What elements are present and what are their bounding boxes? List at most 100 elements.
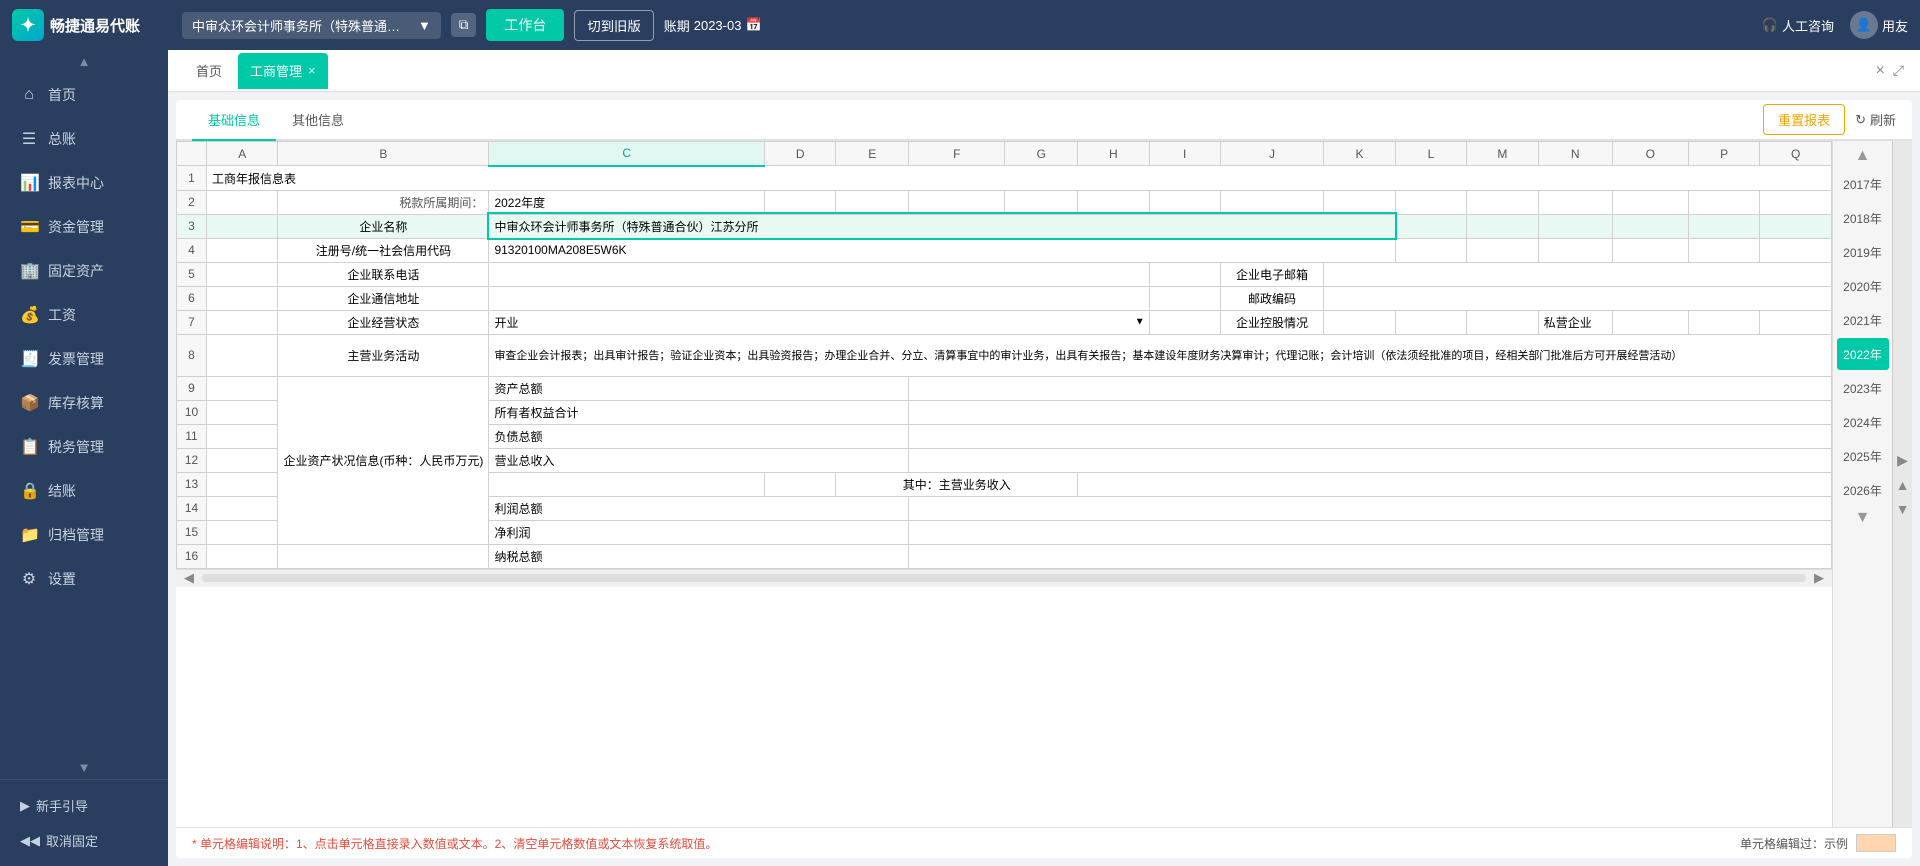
cell-5B[interactable]: 企业联系电话 — [278, 262, 489, 286]
cell-13C[interactable] — [489, 472, 765, 496]
cell-3Q[interactable] — [1760, 214, 1832, 238]
cell-9B[interactable]: 企业资产状况信息(币种：人民币万元) — [278, 376, 489, 544]
cell-2N[interactable] — [1538, 190, 1612, 214]
cell-15F[interactable] — [909, 520, 1832, 544]
cell-3N[interactable] — [1538, 214, 1612, 238]
col-header-I[interactable]: I — [1149, 142, 1220, 166]
cell-3B[interactable]: 企业名称 — [278, 214, 489, 238]
sidebar-item-asset[interactable]: 🏢 固定资产 — [0, 249, 168, 293]
cell-6I[interactable] — [1149, 286, 1220, 310]
cell-7N[interactable]: 私营企业 — [1538, 310, 1612, 334]
refresh-button[interactable]: ↻ 刷新 — [1855, 110, 1896, 129]
col-header-N[interactable]: N — [1538, 142, 1612, 166]
company-selector[interactable]: 中审众环会计师事务所（特殊普通合伙... ▼ — [182, 12, 441, 39]
cell-16B[interactable] — [278, 544, 489, 568]
cell-13D[interactable] — [764, 472, 835, 496]
cell-2J[interactable] — [1220, 190, 1324, 214]
year-scroll-down-button[interactable]: ▼ — [1845, 507, 1881, 529]
year-item-2022[interactable]: 2022年 — [1837, 338, 1889, 370]
cell-5K[interactable] — [1324, 262, 1832, 286]
sidebar-item-ledger[interactable]: ☰ 总账 — [0, 117, 168, 161]
cell-10C[interactable]: 所有者权益合计 — [489, 400, 909, 424]
cell-title[interactable]: 工商年报信息表 — [207, 166, 1832, 191]
calendar-icon[interactable]: 📅 — [745, 17, 761, 33]
year-scroll-up-button[interactable]: ▲ — [1845, 145, 1881, 167]
cell-13E[interactable]: 其中：主营业务收入 — [836, 472, 1078, 496]
cell-2A[interactable] — [207, 190, 278, 214]
cell-3P[interactable] — [1688, 214, 1759, 238]
cell-6K[interactable] — [1324, 286, 1832, 310]
switch-old-button[interactable]: 切到旧版 — [574, 10, 653, 41]
cell-5J[interactable]: 企业电子邮箱 — [1220, 262, 1324, 286]
cell-5A[interactable] — [207, 262, 278, 286]
col-header-D[interactable]: D — [764, 142, 835, 166]
cell-7A[interactable] — [207, 310, 278, 334]
cell-4Q[interactable] — [1760, 238, 1832, 262]
cell-2H[interactable] — [1078, 190, 1149, 214]
cell-3A[interactable] — [207, 214, 278, 238]
cell-14F[interactable] — [909, 496, 1832, 520]
col-header-E[interactable]: E — [836, 142, 909, 166]
sidebar-scroll-up[interactable]: ▲ — [0, 50, 168, 73]
sidebar-item-inventory[interactable]: 📦 库存核算 — [0, 381, 168, 425]
sidebar-item-salary[interactable]: 💰 工资 — [0, 293, 168, 337]
cell-11A[interactable] — [207, 424, 278, 448]
cell-3M[interactable] — [1467, 214, 1539, 238]
col-header-L[interactable]: L — [1395, 142, 1466, 166]
cell-2B[interactable]: 税款所属期间： — [278, 190, 489, 214]
copy-company-button[interactable]: ⧉ — [451, 13, 477, 37]
cell-4B[interactable]: 注册号/统一社会信用代码 — [278, 238, 489, 262]
cell-4N[interactable] — [1538, 238, 1612, 262]
year-item-2024[interactable]: 2024年 — [1837, 406, 1889, 438]
workbench-button[interactable]: 工作台 — [486, 9, 564, 41]
sidebar-item-close[interactable]: 🔒 结账 — [0, 469, 168, 513]
help-button[interactable]: 🎧 人工咨询 — [1762, 16, 1834, 35]
cell-2F[interactable] — [909, 190, 1005, 214]
cell-5I[interactable] — [1149, 262, 1220, 286]
cell-4C[interactable]: 91320100MA208E5W6K — [489, 238, 1395, 262]
cell-9F[interactable] — [909, 376, 1832, 400]
col-header-F[interactable]: F — [909, 142, 1005, 166]
col-header-B[interactable]: B — [278, 142, 489, 166]
cell-9C[interactable]: 资产总额 — [489, 376, 909, 400]
cell-6A[interactable] — [207, 286, 278, 310]
cell-15A[interactable] — [207, 520, 278, 544]
sidebar-item-home[interactable]: ⌂ 首页 — [0, 73, 168, 117]
spreadsheet-main[interactable]: A B C D E F G H I J K L — [176, 141, 1832, 827]
cell-4M[interactable] — [1467, 238, 1539, 262]
year-item-2025[interactable]: 2025年 — [1837, 440, 1889, 472]
cell-2G[interactable] — [1005, 190, 1078, 214]
cell-11F[interactable] — [909, 424, 1832, 448]
cell-7O[interactable] — [1612, 310, 1688, 334]
cell-2M[interactable] — [1467, 190, 1539, 214]
sidebar-item-tax[interactable]: 📋 税务管理 — [0, 425, 168, 469]
collapse-right-button[interactable]: ▶ — [1895, 448, 1910, 473]
cell-2I[interactable] — [1149, 190, 1220, 214]
cell-12A[interactable] — [207, 448, 278, 472]
cell-7K[interactable] — [1324, 310, 1395, 334]
scroll-track[interactable] — [202, 574, 1806, 582]
cell-13H[interactable] — [1078, 472, 1832, 496]
new-guide-button[interactable]: ▶ 新手引导 — [0, 788, 168, 823]
cell-7M[interactable] — [1467, 310, 1539, 334]
year-item-2021[interactable]: 2021年 — [1837, 304, 1889, 336]
cell-7J[interactable]: 企业控股情况 — [1220, 310, 1324, 334]
cell-4O[interactable] — [1612, 238, 1688, 262]
cell-8B[interactable]: 主营业务活动 — [278, 334, 489, 376]
cell-4L[interactable] — [1395, 238, 1466, 262]
col-header-M[interactable]: M — [1467, 142, 1539, 166]
cell-6B[interactable]: 企业通信地址 — [278, 286, 489, 310]
scroll-right-icon[interactable]: ▶ — [1810, 570, 1828, 586]
sidebar-item-archive[interactable]: 📁 归档管理 — [0, 513, 168, 557]
cell-2C[interactable]: 2022年度 — [489, 190, 765, 214]
tab-business[interactable]: 工商管理 × — [238, 53, 328, 89]
col-header-J[interactable]: J — [1220, 142, 1324, 166]
cell-14A[interactable] — [207, 496, 278, 520]
cell-10F[interactable] — [909, 400, 1832, 424]
cell-16C[interactable]: 纳税总额 — [489, 544, 909, 568]
cell-15C[interactable]: 净利润 — [489, 520, 909, 544]
cell-4P[interactable] — [1688, 238, 1759, 262]
cell-16F[interactable] — [909, 544, 1832, 568]
sidebar-item-report[interactable]: 📊 报表中心 — [0, 161, 168, 205]
cell-7I[interactable] — [1149, 310, 1220, 334]
